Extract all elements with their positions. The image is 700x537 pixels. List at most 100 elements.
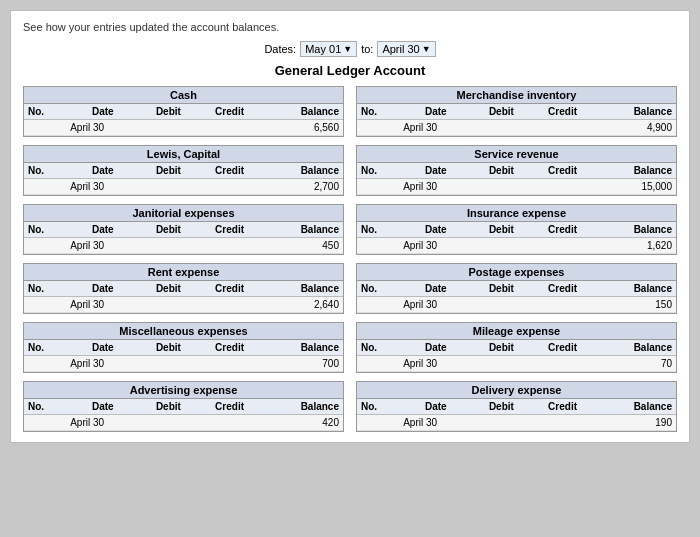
- account-table: No.DateDebitCreditBalanceApril 302,700: [24, 163, 343, 195]
- cell-balance: 450: [262, 238, 343, 254]
- col-header-balance: Balance: [262, 222, 343, 238]
- ledger-account-insurance-expense: Insurance expenseNo.DateDebitCreditBalan…: [356, 204, 677, 255]
- cell-debit: [140, 297, 198, 313]
- cell-no: [24, 238, 66, 254]
- cell-date: April 30: [399, 356, 472, 372]
- cell-credit: [530, 179, 595, 195]
- account-header: Janitorial expenses: [24, 205, 343, 222]
- col-header-no.: No.: [357, 281, 399, 297]
- col-header-date: Date: [399, 163, 472, 179]
- col-header-credit: Credit: [530, 340, 595, 356]
- col-header-no.: No.: [24, 281, 66, 297]
- cell-no: [24, 356, 66, 372]
- cell-date: April 30: [66, 120, 139, 136]
- col-header-date: Date: [66, 222, 139, 238]
- cell-debit: [473, 297, 531, 313]
- account-table: No.DateDebitCreditBalanceApril 30150: [357, 281, 676, 313]
- table-row: April 3070: [357, 356, 676, 372]
- col-header-date: Date: [66, 104, 139, 120]
- ledger-account-advertising-expense: Advertising expenseNo.DateDebitCreditBal…: [23, 381, 344, 432]
- table-row: April 30700: [24, 356, 343, 372]
- cell-date: April 30: [66, 179, 139, 195]
- cell-balance: 15,000: [595, 179, 676, 195]
- account-header: Service revenue: [357, 146, 676, 163]
- cell-date: April 30: [66, 238, 139, 254]
- cell-balance: 6,560: [262, 120, 343, 136]
- col-header-debit: Debit: [140, 399, 198, 415]
- cell-no: [357, 297, 399, 313]
- col-header-no.: No.: [357, 104, 399, 120]
- account-table: No.DateDebitCreditBalanceApril 30450: [24, 222, 343, 254]
- table-row: April 301,620: [357, 238, 676, 254]
- table-row: April 30 190: [357, 415, 676, 431]
- cell-credit: [530, 238, 595, 254]
- ledger-account-merchandise-inventory: Merchandise inventoryNo.DateDebitCreditB…: [356, 86, 677, 137]
- cell-balance: 420: [262, 415, 343, 431]
- cell-no: [24, 415, 66, 431]
- col-header-debit: Debit: [473, 340, 531, 356]
- col-header-no.: No.: [24, 340, 66, 356]
- dates-row: Dates: May 01 ▼ to: April 30 ▼: [23, 41, 677, 57]
- col-header-balance: Balance: [262, 104, 343, 120]
- cell-no: [24, 179, 66, 195]
- cell-date: April 30: [66, 415, 139, 431]
- account-header: Miscellaneous expenses: [24, 323, 343, 340]
- dates-to-label: to:: [361, 43, 373, 55]
- col-header-balance: Balance: [595, 340, 676, 356]
- ledger-account-delivery-expense: Delivery expenseNo.DateDebitCreditBalanc…: [356, 381, 677, 432]
- table-row: April 30 420: [24, 415, 343, 431]
- cell-no: [357, 356, 399, 372]
- cell-debit: [140, 415, 198, 431]
- col-header-credit: Credit: [530, 281, 595, 297]
- cell-credit: [530, 415, 595, 431]
- cell-no: [357, 179, 399, 195]
- date-to-select[interactable]: April 30 ▼: [377, 41, 435, 57]
- col-header-balance: Balance: [262, 281, 343, 297]
- col-header-credit: Credit: [530, 399, 595, 415]
- ledger-account-lewis--capital: Lewis, CapitalNo.DateDebitCreditBalanceA…: [23, 145, 344, 196]
- ledger-grid: CashNo.DateDebitCreditBalanceApril 306,5…: [23, 86, 677, 432]
- col-header-balance: Balance: [262, 399, 343, 415]
- section-title: General Ledger Account: [23, 63, 677, 78]
- col-header-balance: Balance: [262, 163, 343, 179]
- account-header: Merchandise inventory: [357, 87, 676, 104]
- account-header: Insurance expense: [357, 205, 676, 222]
- col-header-credit: Credit: [197, 104, 262, 120]
- col-header-no.: No.: [24, 399, 66, 415]
- table-row: April 302,640: [24, 297, 343, 313]
- account-header: Delivery expense: [357, 382, 676, 399]
- col-header-balance: Balance: [595, 399, 676, 415]
- cell-date: April 30: [66, 356, 139, 372]
- cell-date: April 30: [399, 415, 472, 431]
- cell-debit: [473, 356, 531, 372]
- account-header: Mileage expense: [357, 323, 676, 340]
- col-header-credit: Credit: [197, 281, 262, 297]
- table-row: April 304,900: [357, 120, 676, 136]
- account-header: Postage expenses: [357, 264, 676, 281]
- account-table: No.DateDebitCreditBalanceApril 3070: [357, 340, 676, 372]
- cell-balance: 4,900: [595, 120, 676, 136]
- date-to-arrow-icon: ▼: [422, 44, 431, 54]
- cell-credit: [530, 120, 595, 136]
- col-header-debit: Debit: [473, 104, 531, 120]
- col-header-no.: No.: [24, 104, 66, 120]
- account-header: Advertising expense: [24, 382, 343, 399]
- cell-balance: 150: [595, 297, 676, 313]
- cell-date: April 30: [399, 238, 472, 254]
- account-table: No.DateDebitCreditBalanceApril 302,640: [24, 281, 343, 313]
- date-from-select[interactable]: May 01 ▼: [300, 41, 357, 57]
- cell-credit: [197, 179, 262, 195]
- col-header-balance: Balance: [595, 163, 676, 179]
- cell-debit: [473, 415, 531, 431]
- col-header-credit: Credit: [197, 222, 262, 238]
- col-header-date: Date: [399, 222, 472, 238]
- col-header-debit: Debit: [140, 222, 198, 238]
- cell-credit: [197, 356, 262, 372]
- col-header-date: Date: [66, 340, 139, 356]
- col-header-debit: Debit: [473, 163, 531, 179]
- cell-date: April 30: [399, 297, 472, 313]
- col-header-date: Date: [399, 399, 472, 415]
- table-row: April 30 450: [24, 238, 343, 254]
- col-header-debit: Debit: [473, 281, 531, 297]
- cell-balance: 190: [595, 415, 676, 431]
